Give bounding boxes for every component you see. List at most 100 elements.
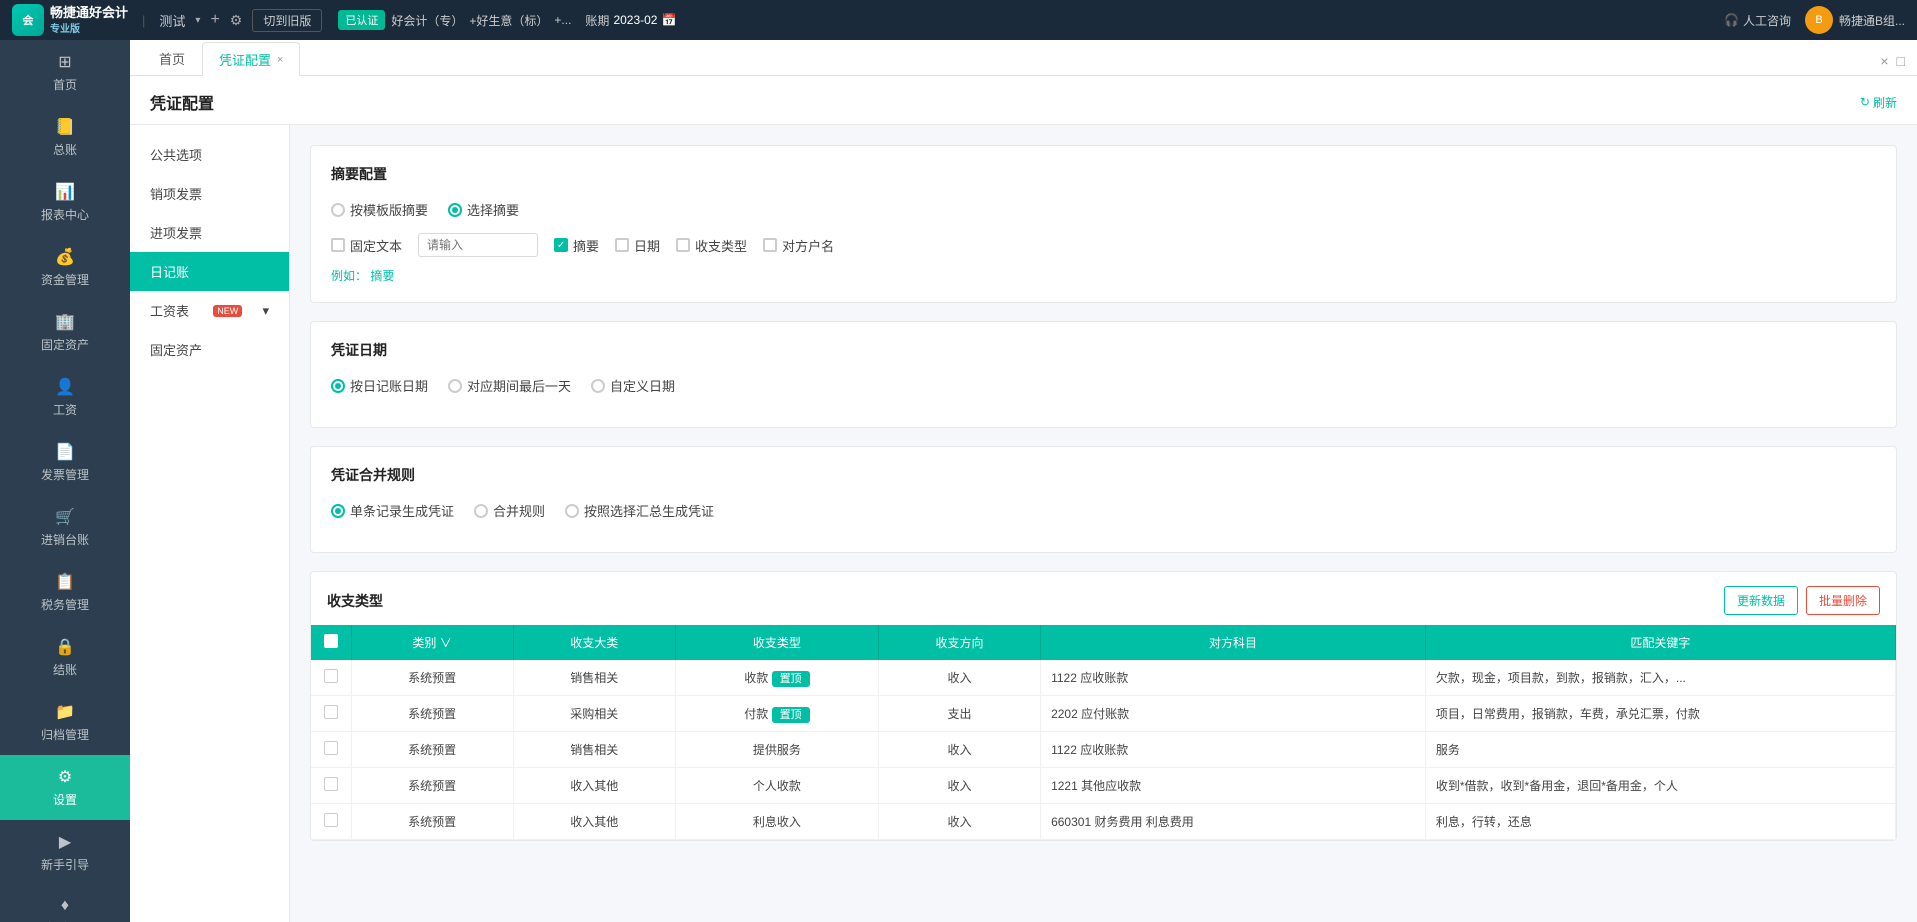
calendar-icon[interactable]: 📅 <box>661 13 676 27</box>
checkbox-summary[interactable]: ✓ 摘要 <box>554 236 599 255</box>
col-keywords: 匹配关键字 <box>1425 625 1895 660</box>
content-area: 首页 凭证配置 × × □ 凭证配置 ↻ 刷新 <box>130 40 1917 922</box>
sidebar-label-settings: 设置 <box>53 791 77 808</box>
row-category-5: 系统预置 <box>351 804 513 840</box>
row-check-3[interactable] <box>311 732 351 768</box>
left-nav-fixed-asset[interactable]: 固定资产 <box>130 330 289 369</box>
fixed-text-input[interactable] <box>418 233 538 257</box>
radio-single-circle <box>331 504 345 518</box>
sidebar-item-invoice[interactable]: 📄 发票管理 <box>0 430 130 495</box>
table-row: 系统预置 收入其他 利息收入 收入 660301 财务费用 利息费用 利息，行转… <box>311 804 1896 840</box>
row-major-2: 采购相关 <box>513 696 675 732</box>
period-label: 账期 <box>585 12 609 29</box>
row-type-4: 个人收款 <box>675 768 878 804</box>
user-info[interactable]: B 畅捷通B组... <box>1805 6 1905 34</box>
sidebar-item-settings[interactable]: ⚙ 设置 <box>0 755 130 820</box>
summary-config-section: 摘要配置 按模板版摘要 选择摘要 <box>310 145 1897 303</box>
sidebar-item-tax[interactable]: 📋 税务管理 <box>0 560 130 625</box>
sidebar-item-member[interactable]: ♦ 畅会员 <box>0 885 130 922</box>
consult-button[interactable]: 🎧 人工咨询 <box>1724 12 1791 29</box>
radio-custom-date-label: 自定义日期 <box>610 376 675 395</box>
sidebar-item-purchase[interactable]: 🛒 进销台账 <box>0 495 130 560</box>
row-subject-2: 2202 应付账款 <box>1041 696 1426 732</box>
sidebar-item-archive[interactable]: 📁 归档管理 <box>0 690 130 755</box>
left-nav-public[interactable]: 公共选项 <box>130 135 289 174</box>
app-logo: 会 畅捷通好会计 专业版 <box>12 4 128 36</box>
radio-single-label: 单条记录生成凭证 <box>350 501 454 520</box>
sidebar-label-tax: 税务管理 <box>41 596 89 613</box>
settings-icon[interactable]: ⚙ <box>230 12 243 29</box>
row-check-5[interactable] <box>311 804 351 840</box>
radio-select-circle <box>448 203 462 217</box>
row-type-5: 利息收入 <box>675 804 878 840</box>
tab-close-icon[interactable]: × <box>277 54 283 66</box>
add-button[interactable]: + <box>210 11 219 29</box>
left-nav-purchase-invoice[interactable]: 进项发票 <box>130 213 289 252</box>
switch-version-button[interactable]: 切到旧版 <box>252 9 322 32</box>
left-nav-journal[interactable]: 日记账 <box>130 252 289 291</box>
left-nav-payroll[interactable]: 工资表 NEW ▾ <box>130 291 289 330</box>
radio-journal-date[interactable]: 按日记账日期 <box>331 376 428 395</box>
window-close-icon[interactable]: × <box>1880 53 1888 69</box>
row-check-4[interactable] <box>311 768 351 804</box>
page-title: 凭证配置 <box>150 90 214 114</box>
radio-single[interactable]: 单条记录生成凭证 <box>331 501 454 520</box>
avatar: B <box>1805 6 1833 34</box>
col-checkbox[interactable] <box>311 625 351 660</box>
checkbox-fixed-text-label: 固定文本 <box>350 236 402 255</box>
radio-select-total[interactable]: 按照选择汇总生成凭证 <box>565 501 714 520</box>
row-subject-4: 1221 其他应收款 <box>1041 768 1426 804</box>
sidebar-item-close[interactable]: 🔒 结账 <box>0 625 130 690</box>
logo-icon: 会 <box>12 4 44 36</box>
row-keywords-1: 欠款，现金，项目款，到款，报销款，汇入，... <box>1425 660 1895 696</box>
checkbox-date[interactable]: 日期 <box>615 236 660 255</box>
refresh-icon: ↻ <box>1860 95 1870 109</box>
period-value: 2023-02 <box>613 13 657 27</box>
page-content: 凭证配置 ↻ 刷新 公共选项 销项发票 进项发票 <box>130 76 1917 922</box>
sidebar-item-home[interactable]: ⊞ 首页 <box>0 40 130 105</box>
table-row: 系统预置 收入其他 个人收款 收入 1221 其他应收款 收到*借款，收到*备用… <box>311 768 1896 804</box>
company-dropdown-icon[interactable]: ▾ <box>195 15 200 26</box>
row-keywords-5: 利息，行转，还息 <box>1425 804 1895 840</box>
sidebar-item-salary[interactable]: 👤 工资 <box>0 365 130 430</box>
radio-custom-date[interactable]: 自定义日期 <box>591 376 675 395</box>
sidebar-item-ledger[interactable]: 📒 总账 <box>0 105 130 170</box>
sidebar-item-report[interactable]: 📊 报表中心 <box>0 170 130 235</box>
checkbox-category-label: 收支类型 <box>695 236 747 255</box>
tab-home[interactable]: 首页 <box>142 41 202 75</box>
radio-select[interactable]: 选择摘要 <box>448 200 519 219</box>
radio-period-last-circle <box>448 379 462 393</box>
tab-voucher-config[interactable]: 凭证配置 × <box>202 42 300 76</box>
radio-template[interactable]: 按模板版摘要 <box>331 200 428 219</box>
ledger-icon: 📒 <box>55 117 75 137</box>
row-tag-2[interactable]: 置顶 <box>772 707 810 723</box>
row-major-1: 销售相关 <box>513 660 675 696</box>
row-check-1[interactable] <box>311 660 351 696</box>
consult-label: 人工咨询 <box>1743 12 1791 29</box>
merge-rule-title: 凭证合并规则 <box>331 465 1876 485</box>
table-row: 系统预置 采购相关 付款 置顶 支出 2202 应付账款 项目，日常费用，报销款… <box>311 696 1896 732</box>
sidebar-item-asset[interactable]: 🏢 固定资产 <box>0 300 130 365</box>
update-data-button[interactable]: 更新数据 <box>1724 586 1798 615</box>
checkbox-counterparty[interactable]: 对方户名 <box>763 236 834 255</box>
radio-merge[interactable]: 合并规则 <box>474 501 545 520</box>
tag1: 好会计（专） <box>391 12 463 29</box>
window-maximize-icon[interactable]: □ <box>1897 53 1905 69</box>
left-nav: 公共选项 销项发票 进项发票 日记账 工资表 NEW ▾ <box>130 125 290 922</box>
radio-period-last[interactable]: 对应期间最后一天 <box>448 376 571 395</box>
batch-delete-button[interactable]: 批量删除 <box>1806 586 1880 615</box>
checkbox-fixed-text[interactable]: 固定文本 <box>331 236 402 255</box>
row-keywords-3: 服务 <box>1425 732 1895 768</box>
member-icon: ♦ <box>61 897 69 915</box>
row-check-2[interactable] <box>311 696 351 732</box>
checkbox-category[interactable]: 收支类型 <box>676 236 747 255</box>
sidebar-item-guide[interactable]: ▶ 新手引导 <box>0 820 130 885</box>
inner-layout: 公共选项 销项发票 进项发票 日记账 工资表 NEW ▾ <box>130 125 1917 922</box>
row-tag-1[interactable]: 置顶 <box>772 671 810 687</box>
refresh-button[interactable]: ↻ 刷新 <box>1860 94 1897 111</box>
refresh-label: 刷新 <box>1873 94 1897 111</box>
fund-icon: 💰 <box>55 247 75 267</box>
left-nav-sales-invoice[interactable]: 销项发票 <box>130 174 289 213</box>
sidebar-item-fund[interactable]: 💰 资金管理 <box>0 235 130 300</box>
archive-icon: 📁 <box>55 702 75 722</box>
